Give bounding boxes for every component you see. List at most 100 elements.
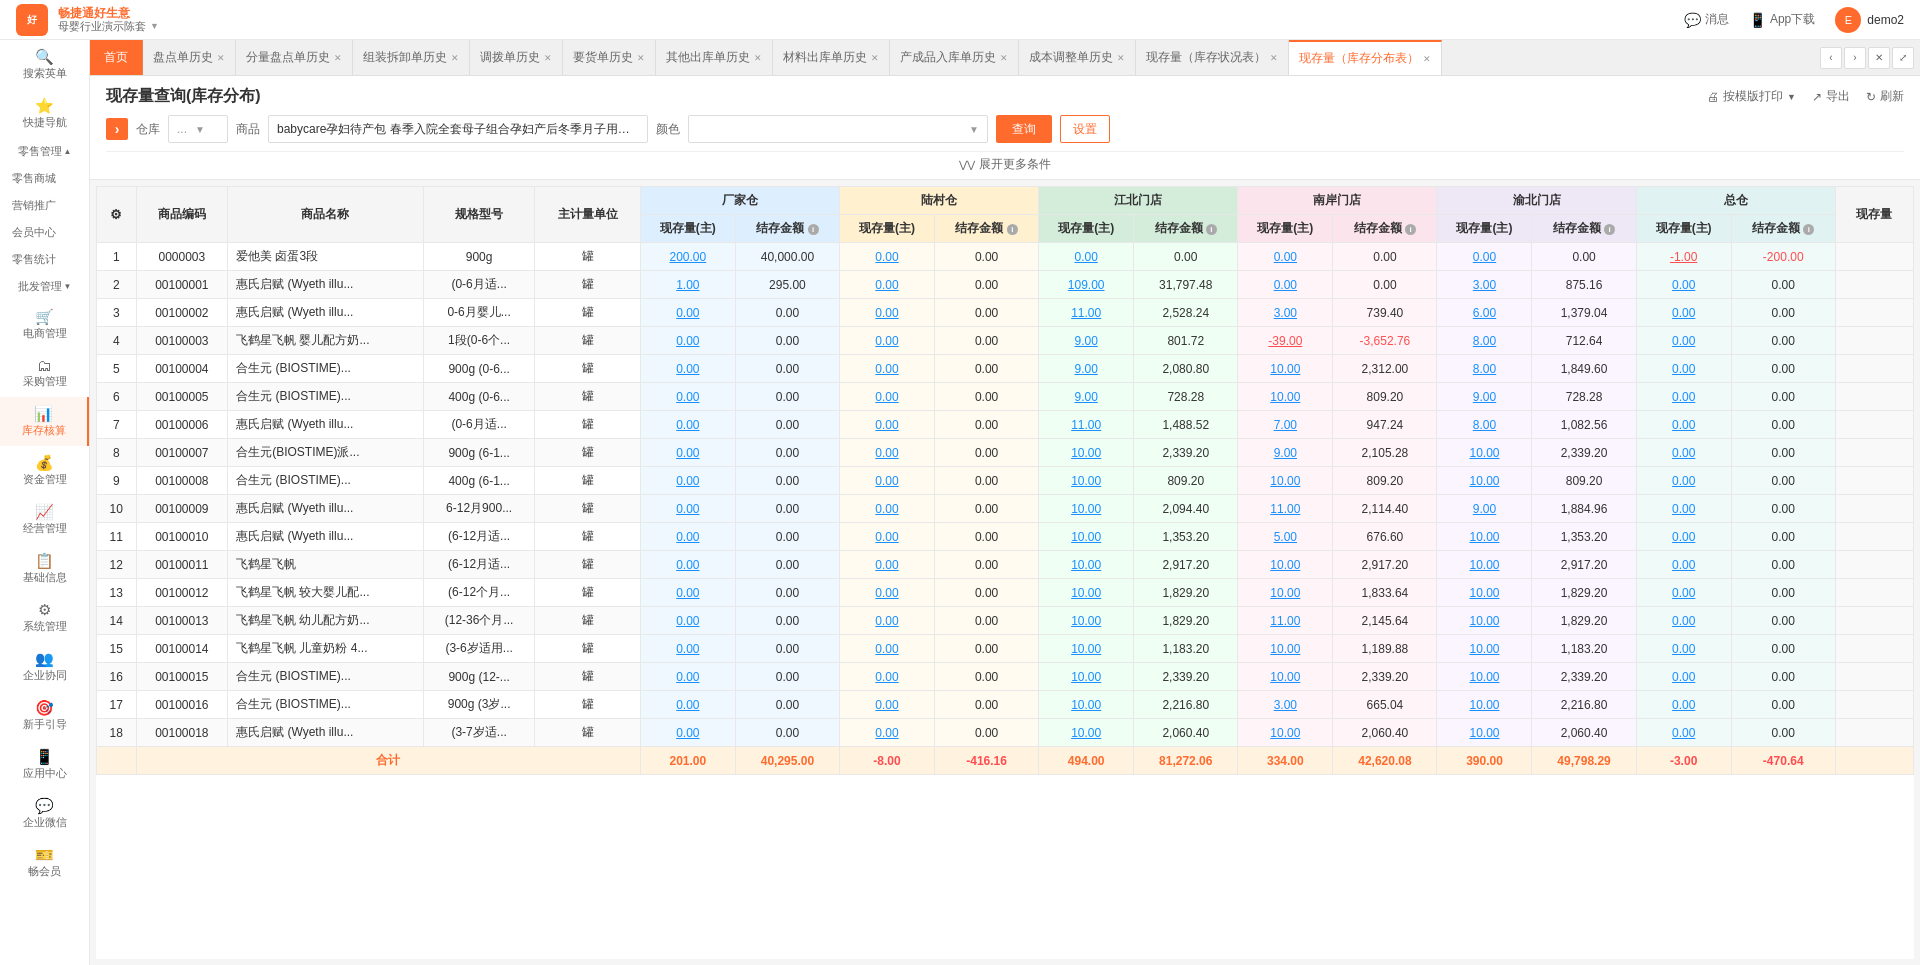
th-g4-amt: 结存金额 i <box>1333 215 1437 243</box>
th-group-total: 总仓 <box>1636 187 1835 215</box>
message-btn[interactable]: 💬 消息 <box>1684 11 1729 28</box>
sidebar-item-finance[interactable]: 💰 资金管理 <box>0 446 89 495</box>
warehouse-dots: ... <box>177 122 187 136</box>
sidebar-item-ecommerce[interactable]: 🛒 电商管理 <box>0 300 89 349</box>
th-g2-qty: 现存量(主) <box>840 215 935 243</box>
tab-expand-btn[interactable]: ⤢ <box>1892 47 1914 69</box>
table-row: 900100008合生元 (BIOSTIME)...400g (6-1...罐0… <box>97 467 1914 495</box>
product-label: 商品 <box>236 121 260 138</box>
sidebar-item-retail[interactable]: 零售管理 ▲ <box>0 138 89 165</box>
th-g1-qty: 现存量(主) <box>640 215 735 243</box>
tab-home[interactable]: 首页 <box>90 40 143 76</box>
logo-icon: 好 <box>16 4 48 36</box>
sidebar-item-ops[interactable]: 📈 经营管理 <box>0 495 89 544</box>
tab-inventory-check[interactable]: 盘点单历史 ✕ <box>143 40 236 76</box>
product-input[interactable]: babycare孕妇待产包 春季入院全套母子组合孕妇产后冬季月子用品 22件套 … <box>268 115 648 143</box>
sidebar-item-enterprise[interactable]: 👥 企业协同 <box>0 642 89 691</box>
purchase-icon: 🗂 <box>4 357 85 374</box>
tab-prev-btn[interactable]: ‹ <box>1820 47 1842 69</box>
page-header: 现存量查询(库存分布) 🖨 按模版打印 ▼ ↗ 导出 ↻ 刷新 <box>90 76 1920 180</box>
sidebar-item-purchase[interactable]: 🗂 采购管理 <box>0 349 89 397</box>
filter-bar: › 仓库 ... ▼ 商品 babycare孕妇待产包 春季入院全套母子组合孕妇… <box>106 115 1904 151</box>
tab-next-btn[interactable]: › <box>1844 47 1866 69</box>
tab-requisition[interactable]: 要货单历史 ✕ <box>563 40 656 76</box>
warehouse-select[interactable]: ... ▼ <box>168 115 228 143</box>
print-btn[interactable]: 🖨 按模版打印 ▼ <box>1707 88 1796 105</box>
color-select[interactable]: ▼ <box>688 115 988 143</box>
close-icon[interactable]: ✕ <box>1270 53 1278 63</box>
expand-condition-row[interactable]: ⋁⋁ 展开更多条件 <box>106 151 1904 179</box>
sidebar-item-search[interactable]: 🔍 搜索英单 <box>0 40 89 89</box>
changhui-icon: 🎫 <box>4 846 85 864</box>
warehouse-label: 仓库 <box>136 121 160 138</box>
sidebar-item-weixin[interactable]: 💬 企业微信 <box>0 789 89 838</box>
sidebar-item-quicknav[interactable]: ⭐ 快捷导航 <box>0 89 89 138</box>
th-total-qty: 现存量(主) <box>1636 215 1731 243</box>
tab-other-outstock[interactable]: 其他出库单历史 ✕ <box>656 40 773 76</box>
refresh-btn[interactable]: ↻ 刷新 <box>1866 88 1904 105</box>
sidebar-item-retail-stats[interactable]: 零售统计 <box>0 246 89 273</box>
table-row: 1100100010惠氏启赋 (Wyeth illu...(6-12月适...罐… <box>97 523 1914 551</box>
th-g3-amt: 结存金额 i <box>1134 215 1238 243</box>
table-row: 700100006惠氏启赋 (Wyeth illu...(0-6月适...罐0.… <box>97 411 1914 439</box>
close-icon[interactable]: ✕ <box>217 53 225 63</box>
sidebar-item-marketing[interactable]: 营销推广 <box>0 192 89 219</box>
enterprise-icon: 👥 <box>4 650 85 668</box>
export-btn[interactable]: ↗ 导出 <box>1812 88 1850 105</box>
close-icon[interactable]: ✕ <box>1000 53 1008 63</box>
close-icon[interactable]: ✕ <box>871 53 879 63</box>
close-icon[interactable]: ✕ <box>544 53 552 63</box>
th-g5-amt: 结存金额 i <box>1532 215 1636 243</box>
th-settings[interactable]: ⚙ <box>97 187 137 243</box>
tab-transfer[interactable]: 调拨单历史 ✕ <box>470 40 563 76</box>
sidebar-item-appcenter[interactable]: 📱 应用中心 <box>0 740 89 789</box>
table-row: 1800100018惠氏启赋 (Wyeth illu...(3-7岁适...罐0… <box>97 719 1914 747</box>
chevron-down-icon[interactable]: ▼ <box>150 21 159 32</box>
th-unit: 主计量单位 <box>535 187 640 243</box>
close-icon[interactable]: ✕ <box>334 53 342 63</box>
close-icon[interactable]: ✕ <box>1117 53 1125 63</box>
sidebar-item-sysadmin[interactable]: ⚙ 系统管理 <box>0 593 89 642</box>
table-row: 1500100014飞鹤星飞帆 儿童奶粉 4...(3-6岁适用...罐0.00… <box>97 635 1914 663</box>
username: demo2 <box>1867 13 1904 27</box>
setting-btn[interactable]: 设置 <box>1060 115 1110 143</box>
message-icon: 💬 <box>1684 12 1701 28</box>
th-total-amt: 结存金额 i <box>1731 215 1835 243</box>
th-group-jiangbei: 江北门店 <box>1039 187 1238 215</box>
tab-material-out[interactable]: 材料出库单历史 ✕ <box>773 40 890 76</box>
table-row: 300100002惠氏启赋 (Wyeth illu...0-6月婴儿...罐0.… <box>97 299 1914 327</box>
close-icon[interactable]: ✕ <box>754 53 762 63</box>
sidebar-item-inventory[interactable]: 📊 库存核算 <box>0 397 89 446</box>
expand-chevron-icon: ⋁⋁ <box>959 159 975 170</box>
print-icon: 🖨 <box>1707 90 1719 104</box>
close-icon[interactable]: ✕ <box>451 53 459 63</box>
sidebar-item-member[interactable]: 会员中心 <box>0 219 89 246</box>
user-avatar[interactable]: E demo2 <box>1835 7 1904 33</box>
tab-finished-in[interactable]: 产成品入库单历史 ✕ <box>890 40 1019 76</box>
tab-assemble[interactable]: 组装拆卸单历史 ✕ <box>353 40 470 76</box>
th-name: 商品名称 <box>228 187 424 243</box>
app-download-btn[interactable]: 📱 App下载 <box>1749 11 1815 28</box>
sidebar-item-basic[interactable]: 📋 基础信息 <box>0 544 89 593</box>
data-table: ⚙ 商品编码 商品名称 规格型号 主计量单位 厂家仓 陆村仓 江北门店 南岸门店… <box>96 186 1914 775</box>
sidebar-item-wholesale[interactable]: 批发管理 ▼ <box>0 273 89 300</box>
weixin-icon: 💬 <box>4 797 85 815</box>
filter-expand-btn[interactable]: › <box>106 118 128 140</box>
close-icon[interactable]: ✕ <box>1423 54 1431 64</box>
th-spec: 规格型号 <box>423 187 535 243</box>
topbar: 好 畅捷通好生意 母婴行业演示陈套 ▼ 💬 消息 📱 App下载 E demo2 <box>0 0 1920 40</box>
sidebar-item-mall[interactable]: 零售商城 <box>0 165 89 192</box>
logo-text: 畅捷通好生意 母婴行业演示陈套 ▼ <box>58 6 159 34</box>
tab-sub-inventory[interactable]: 分量盘点单历史 ✕ <box>236 40 353 76</box>
tab-close-all-btn[interactable]: ✕ <box>1868 47 1890 69</box>
th-group-factory: 厂家仓 <box>640 187 839 215</box>
close-icon[interactable]: ✕ <box>637 53 645 63</box>
sidebar-item-changhui[interactable]: 🎫 畅会员 <box>0 838 89 887</box>
tab-cost-adj[interactable]: 成本调整单历史 ✕ <box>1019 40 1136 76</box>
tab-stock-dist[interactable]: 现存量（库存分布表） ✕ <box>1289 40 1442 76</box>
query-btn[interactable]: 查询 <box>996 115 1052 143</box>
table-row: 1400100013飞鹤星飞帆 幼儿配方奶...(12-36个月...罐0.00… <box>97 607 1914 635</box>
table-row: 500100004合生元 (BIOSTIME)...900g (0-6...罐0… <box>97 355 1914 383</box>
sidebar-item-guide[interactable]: 🎯 新手引导 <box>0 691 89 740</box>
tab-stock-status[interactable]: 现存量（库存状况表） ✕ <box>1136 40 1289 76</box>
